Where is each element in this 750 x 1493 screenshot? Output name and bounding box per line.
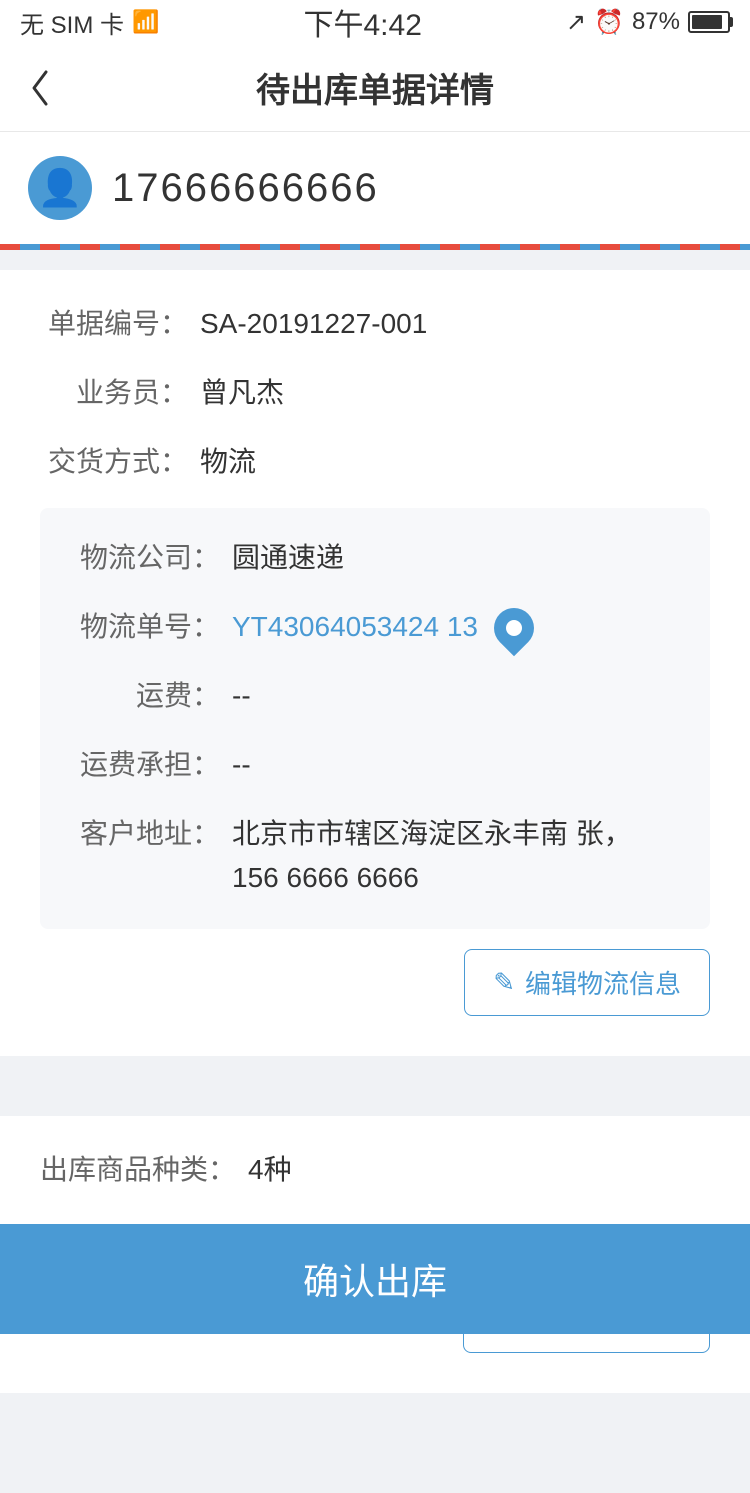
- address-row: 客户地址： 北京市市辖区海淀区永丰南 张，156 6666 6666: [72, 812, 678, 902]
- status-right: ↗ ⏰ 87%: [566, 8, 730, 37]
- tracking-value-row: YT43064053424 13: [232, 605, 534, 650]
- freight-value: --: [232, 674, 678, 719]
- edit-icon: ✎: [493, 967, 515, 998]
- person-icon: 👤: [38, 167, 83, 209]
- goods-type-value: 4种: [248, 1148, 710, 1193]
- phone-number: 17666666666: [112, 166, 379, 211]
- tracking-value: YT43064053424 13: [232, 605, 478, 650]
- edit-logistics-button[interactable]: ✎ 编辑物流信息: [464, 949, 710, 1016]
- edit-button-row: ✎ 编辑物流信息: [40, 949, 710, 1024]
- order-number-label: 单据编号：: [40, 302, 200, 347]
- nav-bar: 待出库单据详情: [0, 44, 750, 132]
- logistics-company-row: 物流公司： 圆通速递: [72, 536, 678, 581]
- wifi-icon: 📶: [132, 9, 159, 35]
- battery-fill: [692, 15, 722, 29]
- dashed-divider: [0, 244, 750, 250]
- order-number-row: 单据编号： SA-20191227-001: [40, 302, 710, 347]
- freight-bearer-value: --: [232, 743, 678, 788]
- phone-header-section: 👤 17666666666: [0, 132, 750, 244]
- logistics-inner-card: 物流公司： 圆通速递 物流单号： YT43064053424 13 运费： --…: [40, 508, 710, 929]
- status-left: 无 SIM 卡 📶: [20, 5, 159, 40]
- edit-button-label: 编辑物流信息: [525, 964, 681, 1001]
- staff-value: 曾凡杰: [200, 371, 710, 416]
- section-divider: [0, 1076, 750, 1096]
- staff-row: 业务员： 曾凡杰: [40, 371, 710, 416]
- goods-type-label: 出库商品种类：: [40, 1148, 248, 1193]
- carrier-text: 无 SIM 卡: [20, 5, 124, 40]
- goods-type-row: 出库商品种类： 4种: [40, 1148, 710, 1193]
- staff-label: 业务员：: [40, 371, 200, 416]
- freight-row: 运费： --: [72, 674, 678, 719]
- order-info-section: 单据编号： SA-20191227-001 业务员： 曾凡杰 交货方式： 物流 …: [0, 270, 750, 1056]
- page-title: 待出库单据详情: [256, 63, 494, 112]
- tracking-label: 物流单号：: [72, 605, 232, 650]
- delivery-value: 物流: [200, 440, 710, 485]
- logistics-company-label: 物流公司：: [72, 536, 232, 581]
- freight-label: 运费：: [72, 674, 232, 719]
- address-value: 北京市市辖区海淀区永丰南 张，156 6666 6666: [232, 812, 678, 902]
- confirm-button-label: 确认出库: [303, 1253, 447, 1305]
- delivery-row: 交货方式： 物流: [40, 440, 710, 485]
- location-icon: ↗: [566, 8, 586, 37]
- delivery-label: 交货方式：: [40, 440, 200, 485]
- freight-bearer-label: 运费承担：: [72, 743, 232, 788]
- content-spacer: [0, 1413, 750, 1493]
- order-number-value: SA-20191227-001: [200, 302, 710, 347]
- status-bar: 无 SIM 卡 📶 下午4:42 ↗ ⏰ 87%: [0, 0, 750, 44]
- logistics-company-value: 圆通速递: [232, 536, 678, 581]
- back-button[interactable]: [28, 68, 52, 108]
- avatar: 👤: [28, 156, 92, 220]
- battery-tip: [730, 17, 733, 27]
- confirm-outbound-button[interactable]: 确认出库: [0, 1224, 750, 1334]
- alarm-icon: ⏰: [594, 8, 624, 37]
- location-pin-inner: [506, 620, 522, 636]
- battery-percent: 87%: [632, 8, 680, 36]
- location-pin-button[interactable]: [486, 599, 543, 656]
- battery-indicator: [688, 11, 730, 33]
- address-label: 客户地址：: [72, 812, 232, 857]
- tracking-row: 物流单号： YT43064053424 13: [72, 605, 678, 650]
- status-time: 下午4:42: [303, 0, 421, 44]
- freight-bearer-row: 运费承担： --: [72, 743, 678, 788]
